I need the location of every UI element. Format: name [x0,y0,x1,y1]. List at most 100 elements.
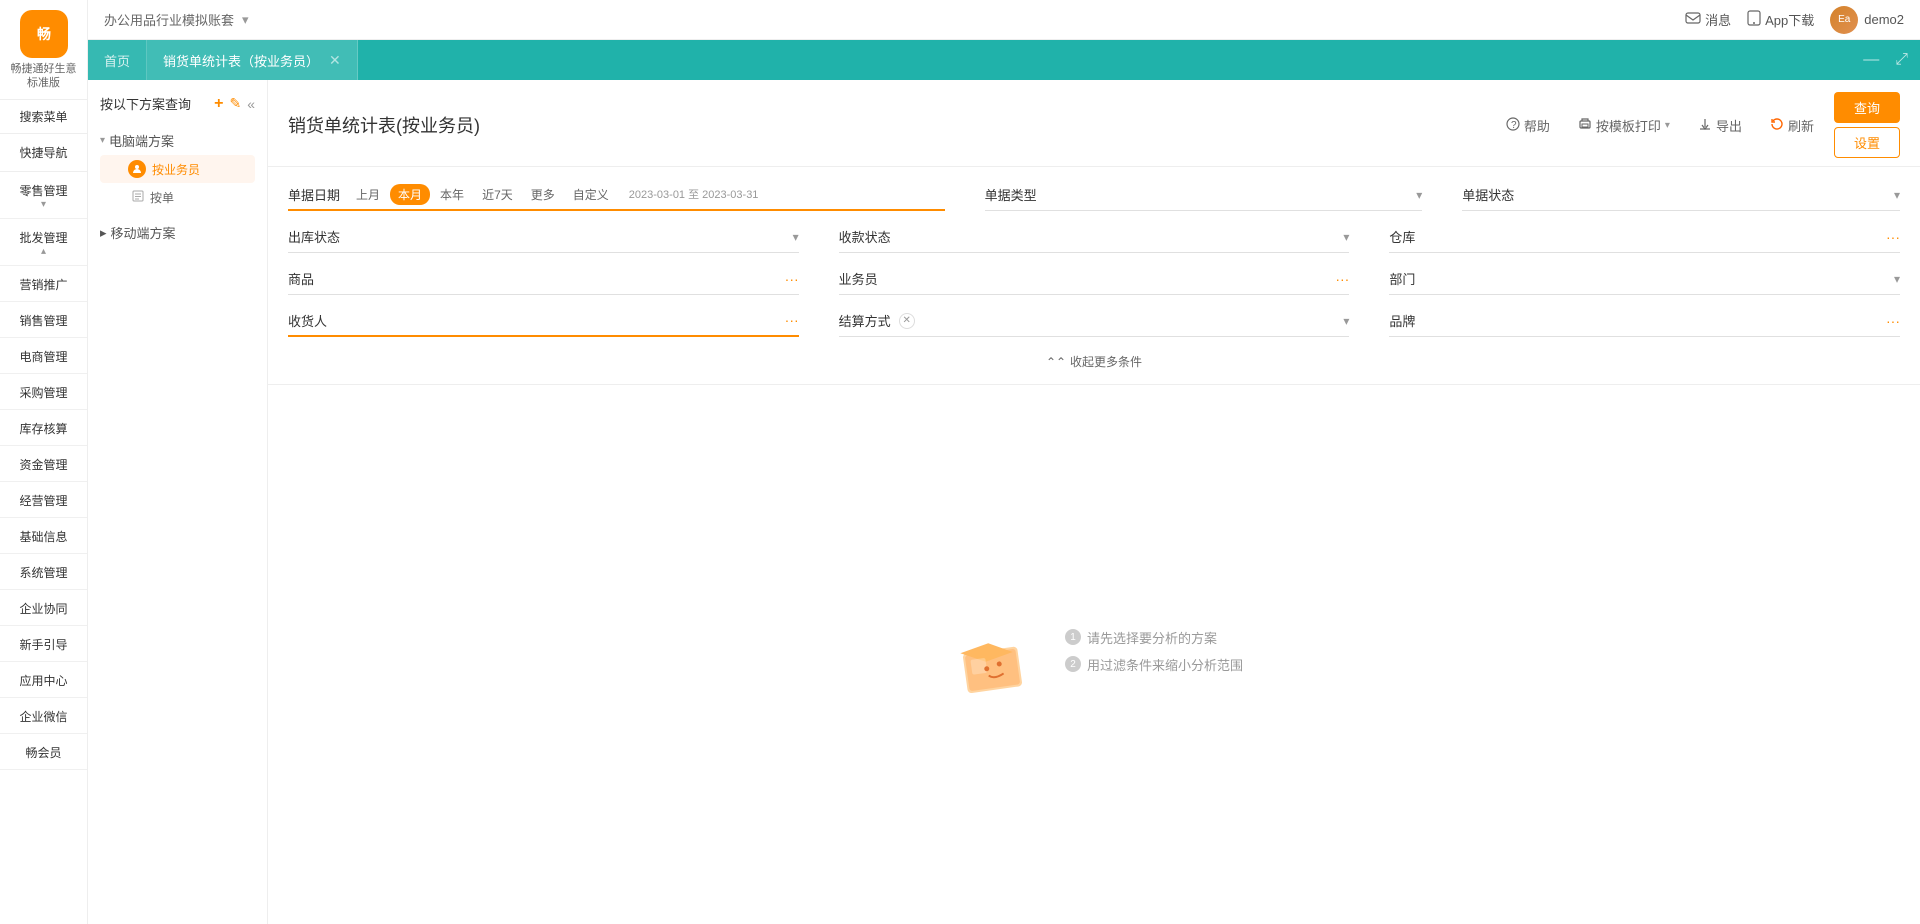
message-button[interactable]: 消息 [1685,10,1731,29]
scheme-subitem-icon [132,190,144,205]
workspace-title: 办公用品行业模拟账套 [104,10,234,29]
sidebar-item-member[interactable]: 畅会员 [0,734,87,770]
scheme-panel: 按以下方案查询 + ✎ « ▾ 电脑端方案 [88,80,268,924]
scheme-group-desktop-header[interactable]: ▾ 电脑端方案 [96,127,259,154]
filter-product[interactable]: 商品 ··· [288,263,799,295]
tab-sales-report-label: 销货单统计表（按业务员） [163,51,319,70]
search-menu-section[interactable]: 搜索菜单 [0,100,87,134]
filter-doc-type[interactable]: 单据类型 ▾ [985,179,1423,211]
query-button[interactable]: 查询 [1834,92,1900,123]
date-tab-custom[interactable]: 自定义 [565,184,617,205]
sidebar-item-enterprise[interactable]: 企业协同 [0,590,87,626]
sidebar-item-wholesale[interactable]: 批发管理 ▴ [0,219,87,266]
filter-staff[interactable]: 业务员 ··· [839,263,1350,295]
quick-nav-label[interactable]: 快捷导航 [19,138,67,167]
sidebar-item-wechat[interactable]: 企业微信 [0,698,87,734]
sidebar-item-inventory[interactable]: 库存核算 [0,410,87,446]
app-download-label: App下载 [1765,10,1814,29]
sidebar-item-purchase[interactable]: 采购管理 [0,374,87,410]
filter-out-status[interactable]: 出库状态 ▾ [288,221,799,253]
brand-more-icon[interactable]: ··· [1886,313,1900,329]
date-filter-label: 单据日期 [288,185,340,204]
filter-doc-status[interactable]: 单据状态 ▾ [1462,179,1900,211]
scheme-group-mobile-header[interactable]: ▸ 移动端方案 [96,219,259,246]
chevron-down-icon: ▾ [41,199,46,210]
main-area: 办公用品行业模拟账套 ▾ 消息 [88,0,1920,924]
template-print-button[interactable]: 按模板打印 ▾ [1570,112,1678,139]
app-logo-icon: 畅 [20,10,68,58]
sidebar-item-newbie[interactable]: 新手引导 [0,626,87,662]
sidebar-item-sales[interactable]: 销售管理 [0,302,87,338]
export-button[interactable]: 导出 [1690,112,1750,139]
tab-sales-report[interactable]: 销货单统计表（按业务员） ✕ [147,40,358,80]
warehouse-more-icon[interactable]: ··· [1886,229,1900,245]
setting-button[interactable]: 设置 [1834,127,1900,158]
scheme-edit-icon[interactable]: ✎ [229,95,241,112]
staff-more-icon[interactable]: ··· [1335,271,1349,287]
receiver-more-icon[interactable]: ··· [785,312,799,328]
empty-hint-2: 2 用过滤条件来缩小分析范围 [1065,655,1243,674]
product-more-icon[interactable]: ··· [785,271,799,287]
scheme-item-by-order[interactable]: 按单 [96,184,259,211]
hint-num-1: 1 [1065,629,1081,645]
template-print-arrow-icon: ▾ [1665,120,1670,131]
sidebar-item-finance[interactable]: 资金管理 [0,446,87,482]
collapse-filter-label: 收起更多条件 [1070,353,1142,370]
report-action-buttons: ? 帮助 按模板打印 [1498,92,1900,158]
page-title: 销货单统计表(按业务员) [288,112,480,138]
sidebar-item-apps[interactable]: 应用中心 [0,662,87,698]
filter-receiver[interactable]: 收货人 ··· [288,305,799,337]
sidebar-item-ecommerce[interactable]: 电商管理 [0,338,87,374]
sidebar-item-basic[interactable]: 基础信息 [0,518,87,554]
main-action-buttons: 查询 设置 [1834,92,1900,158]
sidebar-item-marketing[interactable]: 营销推广 [0,266,87,302]
tab-home[interactable]: 首页 [88,40,147,80]
tab-maximize-button[interactable]: ⤢ [1891,47,1912,73]
department-dropdown-icon: ▾ [1894,272,1900,286]
receiver-label: 收货人 [288,311,338,330]
date-tab-last-month[interactable]: 上月 [348,184,388,205]
sidebar-item-system[interactable]: 系统管理 [0,554,87,590]
date-tab-last-7days[interactable]: 近7天 [474,184,521,205]
date-tabs: 上月 本月 本年 近7天 更多 自定义 [348,184,617,205]
search-menu-label[interactable]: 搜索菜单 [19,108,67,125]
workspace-dropdown-icon[interactable]: ▾ [242,12,249,28]
username-label: demo2 [1864,12,1904,27]
filter-row-3: 商品 ··· 业务员 ··· 部门 ▾ [288,263,1900,295]
refresh-button[interactable]: 刷新 [1762,112,1822,139]
tab-minimize-button[interactable]: — [1859,47,1883,73]
app-download-button[interactable]: App下载 [1747,10,1814,29]
date-tab-this-year[interactable]: 本年 [432,184,472,205]
sidebar-item-operation[interactable]: 经营管理 [0,482,87,518]
svg-text:?: ? [1511,120,1517,131]
quick-nav-section[interactable]: 快捷导航 [0,134,87,172]
user-menu-button[interactable]: Ea demo2 [1830,6,1904,34]
scheme-header: 按以下方案查询 + ✎ « [88,88,267,119]
settlement-label: 结算方式 [839,311,891,330]
scheme-add-icon[interactable]: + [214,95,223,113]
settlement-clear-icon[interactable]: ✕ [899,313,915,329]
report-header: 销货单统计表(按业务员) ? 帮助 [268,80,1920,167]
filter-settlement[interactable]: 结算方式 ✕ ▾ [839,305,1350,337]
chevron-up-icon: ▴ [41,246,46,257]
settlement-dropdown-icon: ▾ [1343,314,1349,328]
tab-close-icon[interactable]: ✕ [329,52,341,69]
filter-warehouse[interactable]: 仓库 ··· [1389,221,1900,253]
workspace-info: 办公用品行业模拟账套 ▾ [104,10,249,29]
date-filter-value: 上月 本月 本年 近7天 更多 自定义 2023-03-01 至 2023-03… [348,184,945,205]
collapse-filter-button[interactable]: ⌃⌃ 收起更多条件 [288,347,1900,372]
filter-payment-status[interactable]: 收款状态 ▾ [839,221,1350,253]
date-tab-this-month[interactable]: 本月 [390,184,430,205]
sidebar-item-retail[interactable]: 零售管理 ▾ [0,172,87,219]
filter-department[interactable]: 部门 ▾ [1389,263,1900,295]
header-actions: 消息 App下载 Ea demo2 [1685,6,1904,34]
scheme-item-by-staff[interactable]: 按业务员 [100,155,255,183]
scheme-header-icons: + ✎ « [214,95,255,113]
filter-brand[interactable]: 品牌 ··· [1389,305,1900,337]
message-icon [1685,10,1701,29]
help-button[interactable]: ? 帮助 [1498,112,1558,139]
date-tab-more[interactable]: 更多 [523,184,563,205]
settlement-value: ✕ [899,313,1344,329]
message-label: 消息 [1705,10,1731,29]
scheme-collapse-icon[interactable]: « [247,96,255,112]
